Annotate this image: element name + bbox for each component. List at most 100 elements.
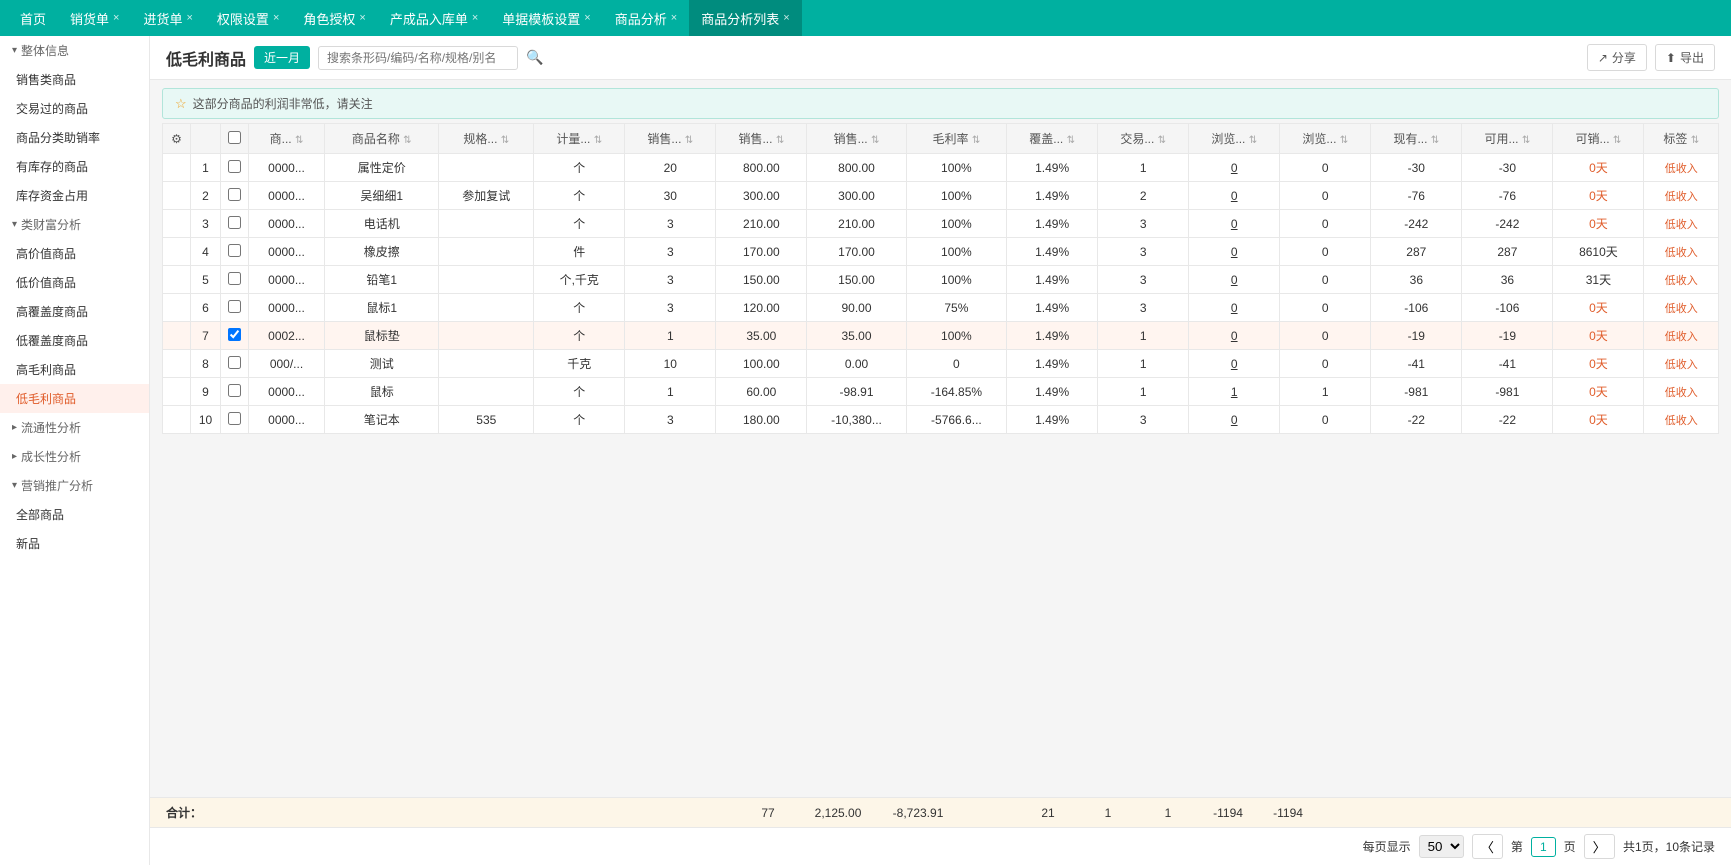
sidebar-item-商品分类助销率[interactable]: 商品分类助销率 xyxy=(0,123,149,152)
row-checkbox[interactable] xyxy=(228,328,241,341)
nav-close-icon[interactable]: × xyxy=(671,12,677,24)
nav-item-首页[interactable]: 首页 xyxy=(8,0,58,36)
row-settings-cell xyxy=(163,350,191,378)
col-available[interactable]: 可用... ⇅ xyxy=(1462,124,1553,154)
row-trade-count: 1 xyxy=(1098,322,1189,350)
nav-close-icon[interactable]: × xyxy=(472,12,478,24)
row-num: 5 xyxy=(191,266,221,294)
row-browse1: 0 xyxy=(1189,266,1280,294)
total-available: -1194 xyxy=(1258,806,1318,820)
sidebar-item-高价值商品[interactable]: 高价值商品 xyxy=(0,239,149,268)
col-tag[interactable]: 标签 ⇅ xyxy=(1644,124,1719,154)
col-browse2[interactable]: 浏览... ⇅ xyxy=(1280,124,1371,154)
col-coverage[interactable]: 覆盖... ⇅ xyxy=(1007,124,1098,154)
prev-page-button[interactable]: 〈 xyxy=(1472,834,1503,859)
row-checkbox[interactable] xyxy=(228,188,241,201)
row-checkbox-cell[interactable] xyxy=(221,154,249,182)
per-page-select[interactable]: 50 xyxy=(1419,835,1464,858)
col-check[interactable] xyxy=(221,124,249,154)
col-settings[interactable]: ⚙ xyxy=(163,124,191,154)
nav-close-icon[interactable]: × xyxy=(783,12,789,24)
sidebar-section-整体信息[interactable]: ▾整体信息 xyxy=(0,36,149,65)
share-button[interactable]: ↗ 分享 xyxy=(1587,44,1647,71)
row-checkbox[interactable] xyxy=(228,300,241,313)
total-current-stock: -1194 xyxy=(1198,806,1258,820)
col-trade-count[interactable]: 交易... ⇅ xyxy=(1098,124,1189,154)
col-current-stock[interactable]: 现有... ⇅ xyxy=(1371,124,1462,154)
next-page-button[interactable]: 〉 xyxy=(1584,834,1615,859)
row-checkbox[interactable] xyxy=(228,356,241,369)
row-trade-count: 1 xyxy=(1098,350,1189,378)
col-browse1[interactable]: 浏览... ⇅ xyxy=(1189,124,1280,154)
col-saleable[interactable]: 可销... ⇅ xyxy=(1553,124,1644,154)
export-button[interactable]: ⬆ 导出 xyxy=(1655,44,1715,71)
nav-item-产成品入库单[interactable]: 产成品入库单× xyxy=(378,0,490,36)
row-checkbox[interactable] xyxy=(228,160,241,173)
nav-item-权限设置[interactable]: 权限设置× xyxy=(205,0,291,36)
sidebar-item-高覆盖度商品[interactable]: 高覆盖度商品 xyxy=(0,297,149,326)
row-checkbox-cell[interactable] xyxy=(221,182,249,210)
sidebar-item-高毛利商品[interactable]: 高毛利商品 xyxy=(0,355,149,384)
row-checkbox-cell[interactable] xyxy=(221,294,249,322)
row-settings-cell xyxy=(163,210,191,238)
sidebar-item-交易过的商品[interactable]: 交易过的商品 xyxy=(0,94,149,123)
search-input[interactable] xyxy=(318,46,518,70)
row-checkbox-cell[interactable] xyxy=(221,406,249,434)
row-checkbox[interactable] xyxy=(228,272,241,285)
sidebar-item-销售类商品[interactable]: 销售类商品 xyxy=(0,65,149,94)
search-button[interactable]: 🔍 xyxy=(526,49,543,66)
nav-close-icon[interactable]: × xyxy=(113,12,119,24)
sidebar-item-库存资金占用[interactable]: 库存资金占用 xyxy=(0,181,149,210)
col-sales-qty[interactable]: 销售... ⇅ xyxy=(625,124,716,154)
row-checkbox-cell[interactable] xyxy=(221,378,249,406)
row-checkbox-cell[interactable] xyxy=(221,238,249,266)
row-coverage: 1.49% xyxy=(1007,322,1098,350)
row-checkbox[interactable] xyxy=(228,384,241,397)
sidebar-section-类财富分析[interactable]: ▾类财富分析 xyxy=(0,210,149,239)
row-sales-amount: 35.00 xyxy=(716,322,807,350)
nav-item-角色授权[interactable]: 角色授权× xyxy=(291,0,377,36)
period-button[interactable]: 近一月 xyxy=(254,46,310,69)
col-code[interactable]: 商... ⇅ xyxy=(249,124,325,154)
row-checkbox-cell[interactable] xyxy=(221,322,249,350)
nav-close-icon[interactable]: × xyxy=(273,12,279,24)
nav-close-icon[interactable]: × xyxy=(359,12,365,24)
nav-item-商品分析列表[interactable]: 商品分析列表× xyxy=(689,0,801,36)
row-coverage: 1.49% xyxy=(1007,238,1098,266)
sidebar-section-营销推广分析[interactable]: ▾营销推广分析 xyxy=(0,471,149,500)
col-sales-profit[interactable]: 销售... ⇅ xyxy=(807,124,906,154)
nav-close-icon[interactable]: × xyxy=(584,12,590,24)
sidebar-item-有库存的商品[interactable]: 有库存的商品 xyxy=(0,152,149,181)
col-gross-margin[interactable]: 毛利率 ⇅ xyxy=(906,124,1006,154)
nav-item-商品分析[interactable]: 商品分析× xyxy=(603,0,689,36)
col-spec[interactable]: 规格... ⇅ xyxy=(439,124,534,154)
sidebar-item-新品[interactable]: 新品 xyxy=(0,529,149,558)
sidebar-item-低覆盖度商品[interactable]: 低覆盖度商品 xyxy=(0,326,149,355)
row-checkbox-cell[interactable] xyxy=(221,266,249,294)
sidebar-item-全部商品[interactable]: 全部商品 xyxy=(0,500,149,529)
row-checkbox[interactable] xyxy=(228,244,241,257)
sidebar-item-低毛利商品[interactable]: 低毛利商品 xyxy=(0,384,149,413)
total-trade-count: 21 xyxy=(1018,806,1078,820)
sidebar-section-流通性分析[interactable]: ▸流通性分析 xyxy=(0,413,149,442)
col-sales-amount[interactable]: 销售... ⇅ xyxy=(716,124,807,154)
select-all-checkbox[interactable] xyxy=(228,131,241,144)
row-checkbox[interactable] xyxy=(228,216,241,229)
nav-item-进货单[interactable]: 进货单× xyxy=(131,0,204,36)
row-settings-cell xyxy=(163,322,191,350)
sidebar-section-成长性分析[interactable]: ▸成长性分析 xyxy=(0,442,149,471)
row-checkbox-cell[interactable] xyxy=(221,210,249,238)
nav-item-销货单[interactable]: 销货单× xyxy=(58,0,131,36)
col-unit[interactable]: 计量... ⇅ xyxy=(534,124,625,154)
row-checkbox-cell[interactable] xyxy=(221,350,249,378)
sidebar-item-低价值商品[interactable]: 低价值商品 xyxy=(0,268,149,297)
row-spec: 535 xyxy=(439,406,534,434)
row-settings-cell xyxy=(163,294,191,322)
nav-item-单据模板设置[interactable]: 单据模板设置× xyxy=(490,0,602,36)
row-sales-amount: 210.00 xyxy=(716,210,807,238)
sidebar: ▾整体信息销售类商品交易过的商品商品分类助销率有库存的商品库存资金占用▾类财富分… xyxy=(0,36,150,865)
row-gross-margin: 100% xyxy=(906,266,1006,294)
row-checkbox[interactable] xyxy=(228,412,241,425)
col-name[interactable]: 商品名称 ⇅ xyxy=(325,124,439,154)
nav-close-icon[interactable]: × xyxy=(186,12,192,24)
